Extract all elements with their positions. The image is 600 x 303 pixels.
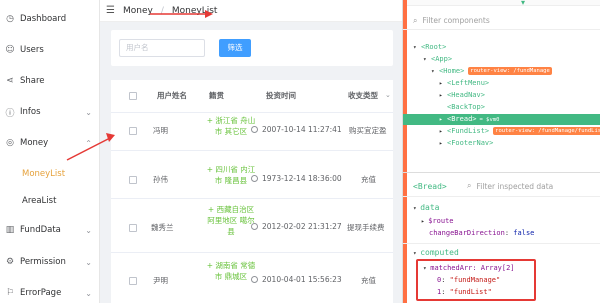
tree-node[interactable]: ▾ <Root> bbox=[403, 42, 600, 53]
tree-node[interactable]: <BackTop> bbox=[403, 102, 600, 113]
data-prop[interactable]: changeBarDirection: false bbox=[429, 229, 534, 237]
tree-node[interactable]: ▸ <HeadNav> bbox=[403, 90, 600, 101]
expand-toggle-icon[interactable]: ▾ bbox=[413, 42, 421, 53]
component-name: <BackTop> bbox=[447, 103, 485, 111]
expand-toggle-icon[interactable]: ▾ bbox=[423, 54, 431, 65]
divider bbox=[403, 172, 600, 173]
inspected-component-title: <Bread> bbox=[413, 182, 447, 191]
router-view-badge: router-view: /fundManage/fundList bbox=[493, 127, 600, 135]
component-filter-placeholder: Filter components bbox=[422, 16, 490, 25]
vue-devtools-panel: ▾ ⌕ Filter components ▾ <Root> ▾ <App> ▾ <H… bbox=[402, 0, 600, 303]
tree-node[interactable]: ▸ <FundList> router-view: /fundManage/fund… bbox=[403, 126, 600, 137]
component-name: <HeadNav> bbox=[447, 91, 485, 99]
router-view-badge: router-view: /fundManage bbox=[468, 67, 552, 75]
arrowhead bbox=[106, 133, 115, 142]
expand-toggle-icon[interactable]: ▸ bbox=[439, 90, 447, 101]
arrowhead bbox=[205, 10, 213, 18]
component-name: <App> bbox=[431, 55, 453, 63]
section-label: computed bbox=[420, 248, 459, 257]
prop-key: changeBarDirection bbox=[429, 229, 505, 237]
component-name: <Home> bbox=[439, 67, 465, 75]
expand-toggle-icon[interactable]: ▾ bbox=[431, 66, 439, 77]
component-name: <FooterNav> bbox=[447, 139, 494, 147]
prop-value: false bbox=[513, 229, 535, 237]
devtools-toolbar: ▾ bbox=[403, 0, 600, 7]
arrow-to-table bbox=[66, 137, 111, 161]
component-filter[interactable]: ⌕ Filter components bbox=[403, 12, 600, 30]
search-icon: ⌕ bbox=[413, 15, 418, 25]
tree-node[interactable]: ▾ <App> bbox=[403, 54, 600, 65]
section-label: data bbox=[420, 203, 440, 212]
component-name: <Root> bbox=[421, 43, 447, 51]
expand-toggle-icon[interactable]: ▸ bbox=[439, 126, 447, 137]
tree-node[interactable]: ▸ <LeftMenu> bbox=[403, 78, 600, 89]
expand-toggle-icon[interactable]: ▸ bbox=[439, 114, 447, 125]
divider bbox=[403, 196, 600, 197]
data-section-title[interactable]: ▾ data bbox=[413, 203, 440, 212]
app-window: ◷ Dashboard ☺ Users ⋖ Share ⓘ Infos ⌄ ◎ … bbox=[0, 0, 402, 303]
annotation-highlight-box bbox=[416, 259, 536, 301]
expand-toggle-icon[interactable]: ▸ bbox=[439, 78, 447, 89]
annotation-arrows bbox=[66, 10, 213, 161]
tree-node[interactable]: ▸ <FooterNav> bbox=[403, 138, 600, 149]
inspected-filter-placeholder: Filter inspected data bbox=[476, 181, 554, 191]
expand-toggle-icon[interactable]: ▸ bbox=[439, 138, 447, 149]
inspected-data-filter[interactable]: ⌕ Filter inspected data bbox=[463, 177, 600, 195]
computed-section-title[interactable]: ▾ computed bbox=[413, 248, 459, 257]
component-name: <FundList> bbox=[447, 127, 490, 135]
prop-key: $route bbox=[428, 217, 454, 225]
divider bbox=[403, 243, 600, 244]
tree-node-selected[interactable]: ▸ <Bread> = $vm0 bbox=[403, 114, 600, 125]
tree-node[interactable]: ▾ <Home> router-view: /fundManage bbox=[403, 66, 600, 77]
data-prop[interactable]: ▸ $route bbox=[421, 217, 454, 225]
component-name: <LeftMenu> bbox=[447, 79, 490, 87]
vm-ref-badge: = $vm0 bbox=[479, 117, 500, 123]
component-name: <Bread> bbox=[447, 115, 477, 123]
search-icon: ⌕ bbox=[467, 181, 472, 190]
vue-logo-icon: ▾ bbox=[521, 0, 526, 7]
